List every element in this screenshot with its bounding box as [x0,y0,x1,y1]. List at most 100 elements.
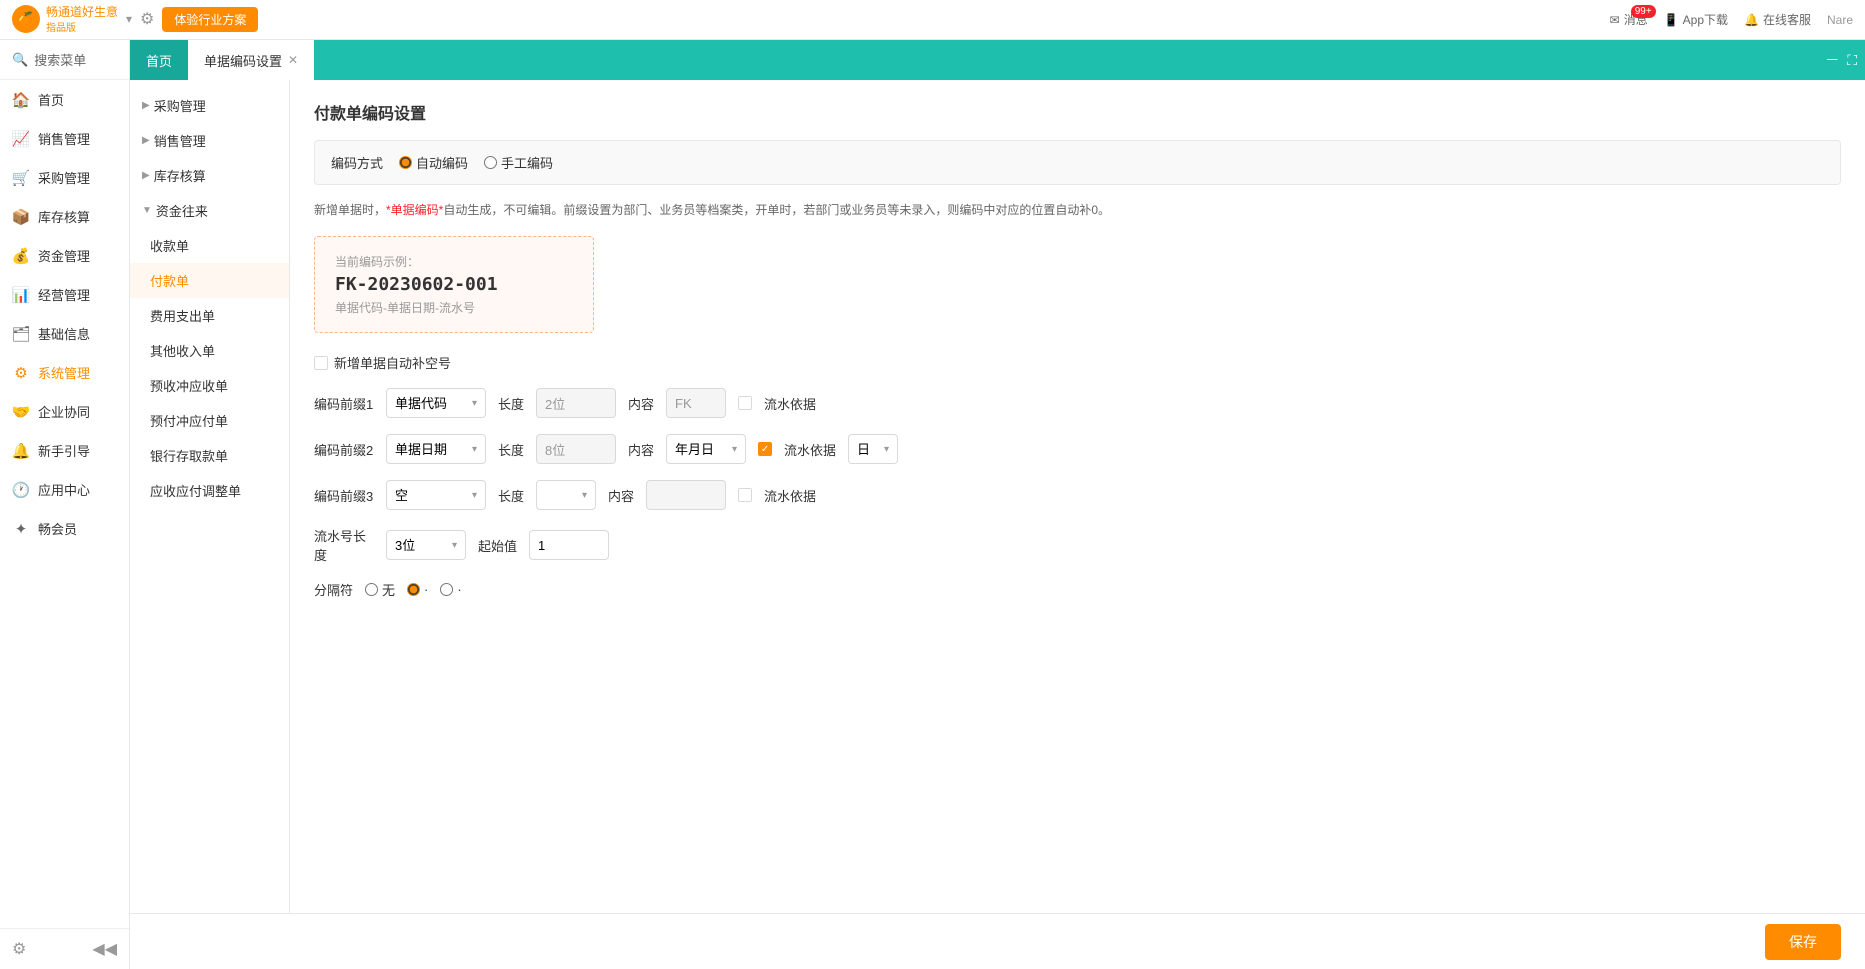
prefix2-value-select[interactable]: 单据日期 ▾ [386,434,486,464]
sidebar-item-enterprise-label: 企业协同 [38,402,90,421]
sub-group-sales: ▶ 销售管理 [130,123,289,158]
sub-menu-item-other-income[interactable]: 其他收入单 [130,333,289,368]
message-button[interactable]: ✉ 消息 99+ [1610,11,1648,28]
tab-encoding[interactable]: 单据编码设置 ✕ [188,40,314,80]
manual-radio-label[interactable]: 手工编码 [484,153,553,172]
sep-dot-label[interactable]: · [407,582,428,597]
basic-icon: 🗂 [12,325,30,343]
tab-encoding-label: 单据编码设置 [204,51,282,70]
sub-sidebar: ▶ 采购管理 ▶ 销售管理 ▶ 库存核算 [130,80,290,913]
prefix3-select-input[interactable]: 空 [395,488,468,503]
sub-menu-item-prepay-recv[interactable]: 预收冲应收单 [130,368,289,403]
sidebar-item-system[interactable]: ⚙ 系统管理 [0,353,129,392]
sidebar-item-sales[interactable]: 📈 销售管理 [0,119,129,158]
prefix1-select-arrow: ▾ [472,398,477,409]
sep-dot-radio[interactable] [407,583,420,596]
sep-dash-radio[interactable] [440,583,453,596]
prefix2-serial-checkbox[interactable]: ✓ [758,442,772,456]
auto-radio[interactable] [399,156,412,169]
serial-length-select[interactable]: 3位 ▾ [386,530,466,560]
top-bar-nav: ▾ ⚙ 体验行业方案 [126,7,258,32]
prefix2-select-input[interactable]: 单据日期 [395,442,468,457]
separator-row: 分隔符 无 · · [314,580,1841,599]
tab-home[interactable]: 首页 [130,40,188,80]
prefix2-content-select-input[interactable]: 年月日 [675,442,728,457]
sidebar-item-app-center[interactable]: 🕐 应用中心 [0,470,129,509]
sidebar-item-operation[interactable]: 📊 经营管理 [0,275,129,314]
settings-bottom-icon[interactable]: ⚙ [12,939,26,959]
prefix2-row: 编码前缀2 单据日期 ▾ 长度 8位 内容 年月日 [314,434,1841,464]
online-service-button[interactable]: 🔔 在线客服 [1744,11,1811,28]
sidebar-item-member[interactable]: ✦ 畅会员 [0,509,129,548]
serial-start-input[interactable] [529,530,609,560]
sub-menu-item-adjust[interactable]: 应收应付调整单 [130,473,289,508]
sidebar-item-enterprise[interactable]: 🤝 企业协同 [0,392,129,431]
sub-group-inventory: ▶ 库存核算 [130,158,289,193]
save-button[interactable]: 保存 [1765,924,1841,960]
window-maximize-icon[interactable]: ⛶ [1847,52,1857,69]
prefix3-serial-label: 流水依据 [764,486,816,505]
collapse-icon[interactable]: ◀◀ [92,939,117,959]
nav-dropdown-arrow[interactable]: ▾ [126,12,132,26]
sep-none-radio[interactable] [365,583,378,596]
manual-radio-text: 手工编码 [501,153,553,172]
prefix1-select-input[interactable]: 单据代码 [395,396,468,411]
sub-menu-item-prepay-pay[interactable]: 预付冲应付单 [130,403,289,438]
sub-menu-item-bank[interactable]: 银行存取款单 [130,438,289,473]
sub-group-purchase: ▶ 采购管理 [130,88,289,123]
sub-group-sales-arrow: ▶ [142,135,150,146]
system-icon: ⚙ [12,364,30,382]
manual-radio[interactable] [484,156,497,169]
logo-icon: 🍊 [12,5,40,33]
app-download-button[interactable]: 📱 App下载 [1664,11,1728,28]
sidebar-item-guide[interactable]: 🔔 新手引导 [0,431,129,470]
prefix3-serial-checkbox[interactable] [738,488,752,502]
sep-dash-label[interactable]: · [440,582,461,597]
window-minimize-icon[interactable]: － [1825,50,1839,70]
tab-bar-right: － ⛶ [1825,50,1865,70]
settings-icon[interactable]: ⚙ [140,9,154,29]
sub-group-purchase-header[interactable]: ▶ 采购管理 [130,88,289,123]
auto-fill-checkbox[interactable] [314,356,328,370]
sidebar-item-purchase[interactable]: 🛒 采购管理 [0,158,129,197]
sub-menu-item-payment[interactable]: 付款单 [130,263,289,298]
sep-dash-text: · [457,582,461,597]
inventory-icon: 📦 [12,208,30,226]
sub-group-inventory-arrow: ▶ [142,170,150,181]
search-menu[interactable]: 🔍 搜索菜单 [0,40,129,80]
sidebar-item-home-label: 首页 [38,90,64,109]
serial-length-select-input[interactable]: 3位 [395,538,448,553]
sub-group-inventory-header[interactable]: ▶ 库存核算 [130,158,289,193]
prefix2-day-arrow: ▾ [884,444,889,455]
sidebar-bottom: ⚙ ◀◀ [0,928,129,969]
tab-close-icon[interactable]: ✕ [288,53,298,67]
logo-sub-text: 指品版 [46,19,118,34]
prefix1-length-value: 2位 [536,388,616,418]
prefix1-serial-checkbox[interactable] [738,396,752,410]
trial-button[interactable]: 体验行业方案 [162,7,258,32]
sidebar-item-finance[interactable]: 💰 资金管理 [0,236,129,275]
prefix3-length-arrow: ▾ [582,490,587,501]
prefix1-value-select[interactable]: 单据代码 ▾ [386,388,486,418]
auto-radio-label[interactable]: 自动编码 [399,153,468,172]
sub-group-finance-flow-header[interactable]: ▼ 资金往来 [130,193,289,228]
sidebar-item-inventory[interactable]: 📦 库存核算 [0,197,129,236]
sub-menu-item-expense[interactable]: 费用支出单 [130,298,289,333]
enterprise-icon: 🤝 [12,403,30,421]
sub-menu-item-receipt[interactable]: 收款单 [130,228,289,263]
prefix2-select-arrow: ▾ [472,444,477,455]
main-layout: 🔍 搜索菜单 🏠 首页 📈 销售管理 🛒 采购管理 📦 库存核算 💰 [0,40,1865,969]
sub-group-sales-header[interactable]: ▶ 销售管理 [130,123,289,158]
prefix3-length-select[interactable]: ▾ [536,480,596,510]
sidebar-item-sales-label: 销售管理 [38,129,90,148]
prefix2-content-select[interactable]: 年月日 ▾ [666,434,746,464]
sidebar-item-home[interactable]: 🏠 首页 [0,80,129,119]
prefix3-value-select[interactable]: 空 ▾ [386,480,486,510]
prefix3-length-select-input[interactable] [545,488,578,503]
sidebar-item-basic[interactable]: 🗂 基础信息 [0,314,129,353]
prefix2-day-select-input[interactable]: 日 [857,442,880,457]
prefix2-day-select[interactable]: 日 ▾ [848,434,898,464]
prefix3-select-arrow: ▾ [472,490,477,501]
sep-none-label[interactable]: 无 [365,580,395,599]
left-sidebar: 🔍 搜索菜单 🏠 首页 📈 销售管理 🛒 采购管理 📦 库存核算 💰 [0,40,130,969]
